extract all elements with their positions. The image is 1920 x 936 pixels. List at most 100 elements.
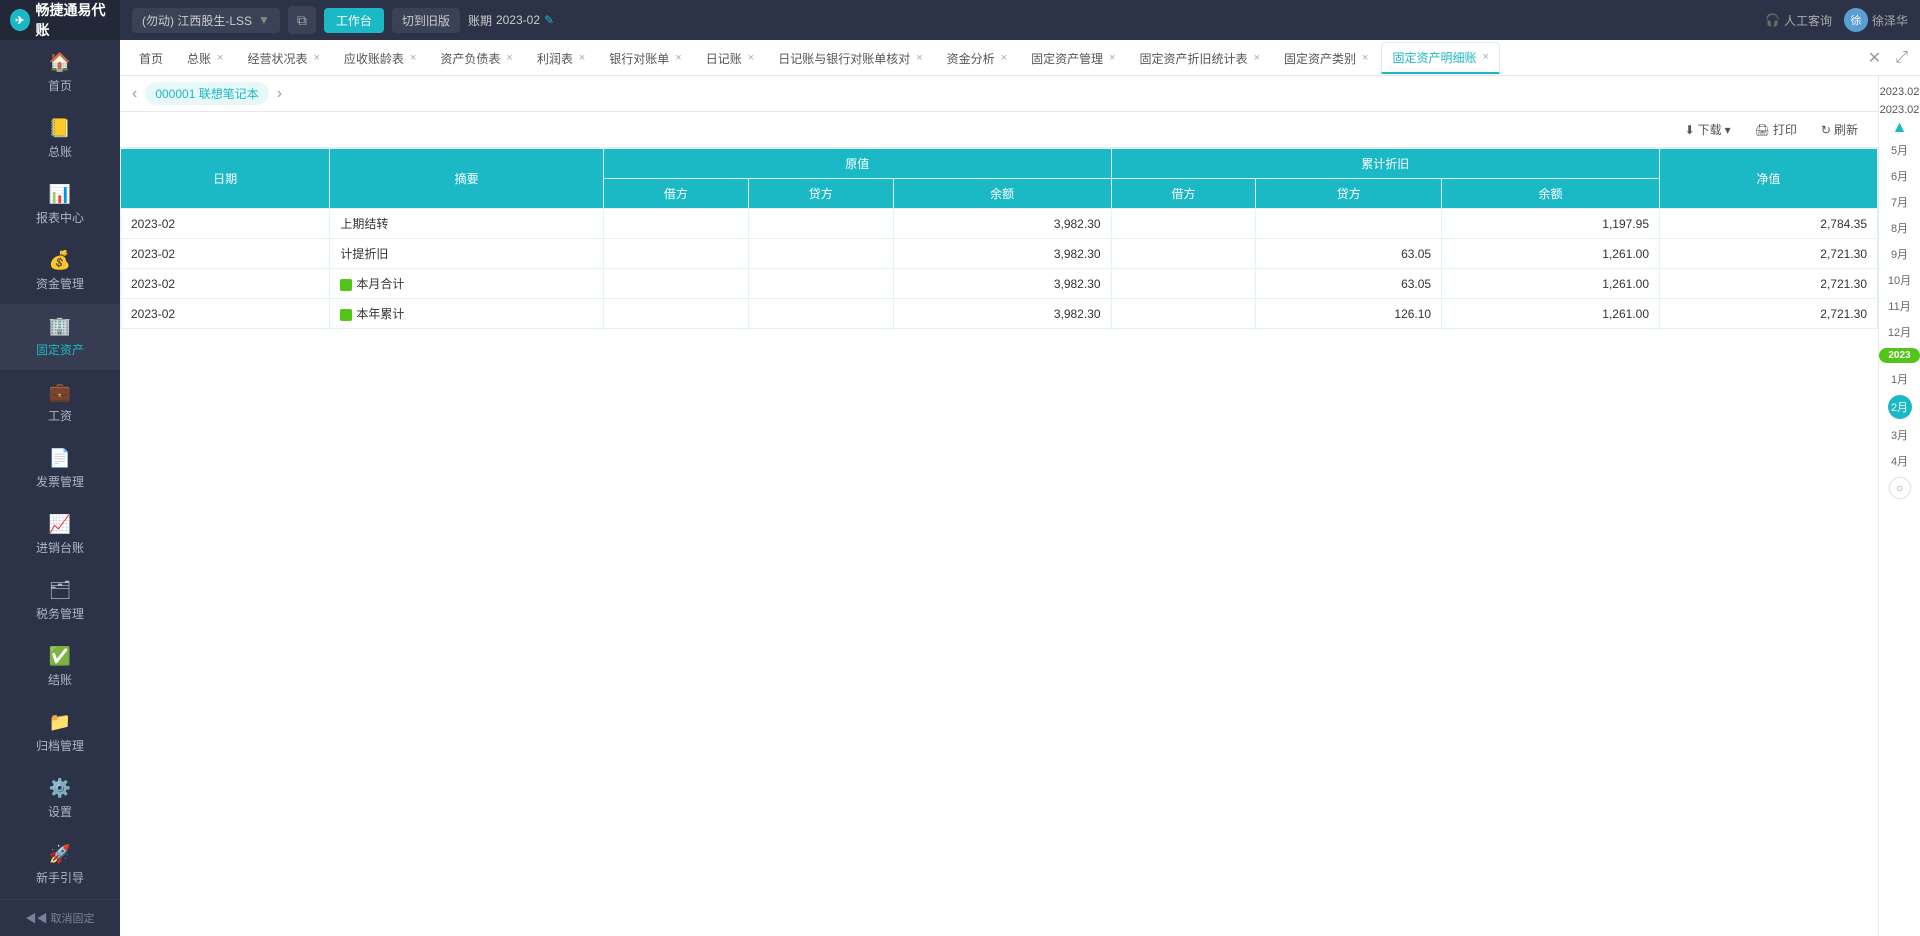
tab-close-fa_type[interactable]: ×: [1362, 52, 1368, 64]
workbench-button[interactable]: 工作台: [324, 8, 384, 33]
col-orig-credit: 贷方: [748, 179, 893, 209]
sidebar-item-invoice[interactable]: 📄发票管理: [0, 436, 120, 502]
action-bar: ⬇ 下载 ▾ 🖨 打印 ↻ 刷新: [120, 112, 1878, 148]
timeline-up-button[interactable]: ▲: [1892, 120, 1908, 136]
tab-close-fund_analysis[interactable]: ×: [1001, 52, 1007, 64]
tab-fund_analysis[interactable]: 资金分析 ×: [936, 43, 1018, 73]
timeline-month-6[interactable]: 6月: [1879, 164, 1920, 188]
sidebar-item-fixed_asset[interactable]: 🏢固定资产: [0, 304, 120, 370]
tab-close-fa_detail[interactable]: ×: [1482, 51, 1488, 63]
timeline-month-5[interactable]: 5月: [1879, 138, 1920, 162]
tab-fa_mgmt[interactable]: 固定资产管理 ×: [1020, 43, 1126, 73]
tab-bar: 首页总账×经营状况表×应收账龄表×资产负债表×利润表×银行对账单×日记账×日记账…: [120, 40, 1920, 76]
timeline-month-3[interactable]: 3月: [1879, 423, 1920, 447]
tab-close-fa_depr[interactable]: ×: [1254, 52, 1260, 64]
service-button[interactable]: 🎧 人工客询: [1765, 12, 1832, 29]
tab-label-receivable: 应收账龄表: [344, 50, 404, 67]
period-edit-icon[interactable]: ✎: [544, 13, 554, 27]
timeline-month-10[interactable]: 10月: [1879, 268, 1920, 292]
cell-date-3: 2023-02: [121, 299, 330, 329]
sidebar-item-home[interactable]: 🏠首页: [0, 40, 120, 106]
asset-detail-table: 日期 摘要 原值 累计折旧 净值 借方 贷方 余额 借方 贷方 余额: [120, 148, 1878, 329]
tab-balance[interactable]: 资产负债表 ×: [429, 43, 523, 73]
table-row: 2023-02 本月合计 3,982.30 63.05 1,261.00 2,7…: [121, 269, 1878, 299]
sub-nav: ‹ 000001 联想笔记本 ›: [120, 76, 1878, 112]
tab-close-check[interactable]: ×: [916, 52, 922, 64]
timeline-month-12[interactable]: 12月: [1879, 320, 1920, 344]
cell-orig-balance-1: 3,982.30: [893, 239, 1111, 269]
refresh-button[interactable]: ↻ 刷新: [1813, 117, 1866, 142]
copy-icon-button[interactable]: ⧉: [288, 6, 316, 34]
tab-close-operation[interactable]: ×: [313, 52, 319, 64]
download-button[interactable]: ⬇ 下载 ▾: [1677, 117, 1739, 142]
cell-net-value-0: 2,784.35: [1660, 209, 1878, 239]
close-all-tabs-button[interactable]: ✕: [1864, 48, 1885, 68]
tab-receivable[interactable]: 应收账龄表 ×: [333, 43, 427, 73]
cell-orig-debit-1: [603, 239, 748, 269]
timeline-down-button[interactable]: ○: [1889, 477, 1911, 499]
tab-close-fa_mgmt[interactable]: ×: [1109, 52, 1115, 64]
logo-icon: ✈: [10, 9, 30, 31]
timeline-month-1[interactable]: 1月: [1879, 367, 1920, 391]
timeline-panel: 2023.02 2023.02 ▲ 5月 6月 7月 8月 9月 10月 11月…: [1878, 76, 1920, 936]
cell-dep-debit-3: [1111, 299, 1256, 329]
sidebar-item-guide[interactable]: 🚀新手引导: [0, 832, 120, 898]
cell-desc-0: 上期结转: [330, 209, 604, 239]
tab-close-ledger[interactable]: ×: [217, 52, 223, 64]
sidebar-item-setting[interactable]: ⚙️设置: [0, 766, 120, 832]
tab-close-receivable[interactable]: ×: [410, 52, 416, 64]
tab-close-profit[interactable]: ×: [579, 52, 585, 64]
sidebar-item-archive[interactable]: 📁归档管理: [0, 700, 120, 766]
tab-label-journal: 日记账: [706, 50, 742, 67]
sidebar-bottom-pin[interactable]: ◀◀ 取消固定: [0, 899, 120, 936]
nav-forward-button[interactable]: ›: [277, 85, 282, 103]
tab-close-balance[interactable]: ×: [506, 52, 512, 64]
sidebar-item-ledger[interactable]: 📒总账: [0, 106, 120, 172]
switch-old-button[interactable]: 切到旧版: [392, 8, 460, 33]
user-avatar: 徐: [1844, 8, 1868, 32]
expand-tabs-button[interactable]: ⤢: [1891, 49, 1912, 67]
sidebar-item-sales[interactable]: 📈进销台账: [0, 502, 120, 568]
sidebar-item-salary[interactable]: 💼工资: [0, 370, 120, 436]
tab-bank[interactable]: 银行对账单×: [598, 43, 692, 73]
tab-label-fund_analysis: 资金分析: [947, 50, 995, 67]
cell-dep-credit-3: 126.10: [1256, 299, 1442, 329]
sidebar-item-settle[interactable]: ✅结账: [0, 634, 120, 700]
timeline-month-4[interactable]: 4月: [1879, 449, 1920, 473]
timeline-month-11[interactable]: 11月: [1879, 294, 1920, 318]
tab-close-bank[interactable]: ×: [675, 52, 681, 64]
fund-icon: 💰: [49, 250, 71, 271]
nav-back-button[interactable]: ‹: [132, 85, 137, 103]
user-menu[interactable]: 徐 徐泽华: [1844, 8, 1908, 32]
tab-journal[interactable]: 日记账 ×: [695, 43, 765, 73]
sidebar-label-tax: 税务管理: [36, 605, 84, 622]
tab-label-fa_mgmt: 固定资产管理: [1031, 50, 1103, 67]
tab-profit[interactable]: 利润表×: [526, 43, 596, 73]
tab-label-balance: 资产负债表: [440, 50, 500, 67]
tab-fa_detail[interactable]: 固定资产明细账×: [1381, 42, 1499, 74]
tab-label-check: 日记账与银行对账单核对: [778, 50, 910, 67]
timeline-month-7[interactable]: 7月: [1879, 190, 1920, 214]
sidebar-label-report: 报表中心: [36, 209, 84, 226]
tab-close-journal[interactable]: ×: [748, 52, 754, 64]
sidebar-item-report[interactable]: 📊报表中心: [0, 172, 120, 238]
tab-fa_type[interactable]: 固定资产类别 ×: [1273, 43, 1379, 73]
tab-label-fa_type: 固定资产类别: [1284, 50, 1356, 67]
sidebar-label-ledger: 总账: [48, 143, 72, 160]
tab-ledger[interactable]: 总账×: [176, 43, 234, 73]
tab-check[interactable]: 日记账与银行对账单核对 ×: [767, 43, 933, 73]
tab-operation[interactable]: 经营状况表×: [236, 43, 330, 73]
asset-breadcrumb[interactable]: 000001 联想笔记本: [145, 82, 268, 105]
tab-fa_depr[interactable]: 固定资产折旧统计表×: [1129, 43, 1271, 73]
timeline-month-8[interactable]: 8月: [1879, 216, 1920, 240]
sidebar-item-fund[interactable]: 💰资金管理: [0, 238, 120, 304]
print-button[interactable]: 🖨 打印: [1747, 117, 1805, 142]
cell-desc-1: 计提折旧: [330, 239, 604, 269]
sidebar-item-tax[interactable]: 🗂税务管理: [0, 568, 120, 634]
company-selector[interactable]: (勿动) 江西股生-LSS ▼: [132, 8, 280, 33]
content-wrapper: ‹ 000001 联想笔记本 › ⬇ 下载 ▾ 🖨 打印: [120, 76, 1920, 936]
period-display: 账期 2023-02 ✎: [468, 12, 554, 29]
timeline-month-9[interactable]: 9月: [1879, 242, 1920, 266]
tab-home[interactable]: 首页: [128, 43, 174, 73]
timeline-month-2-active[interactable]: 2月: [1888, 395, 1912, 419]
